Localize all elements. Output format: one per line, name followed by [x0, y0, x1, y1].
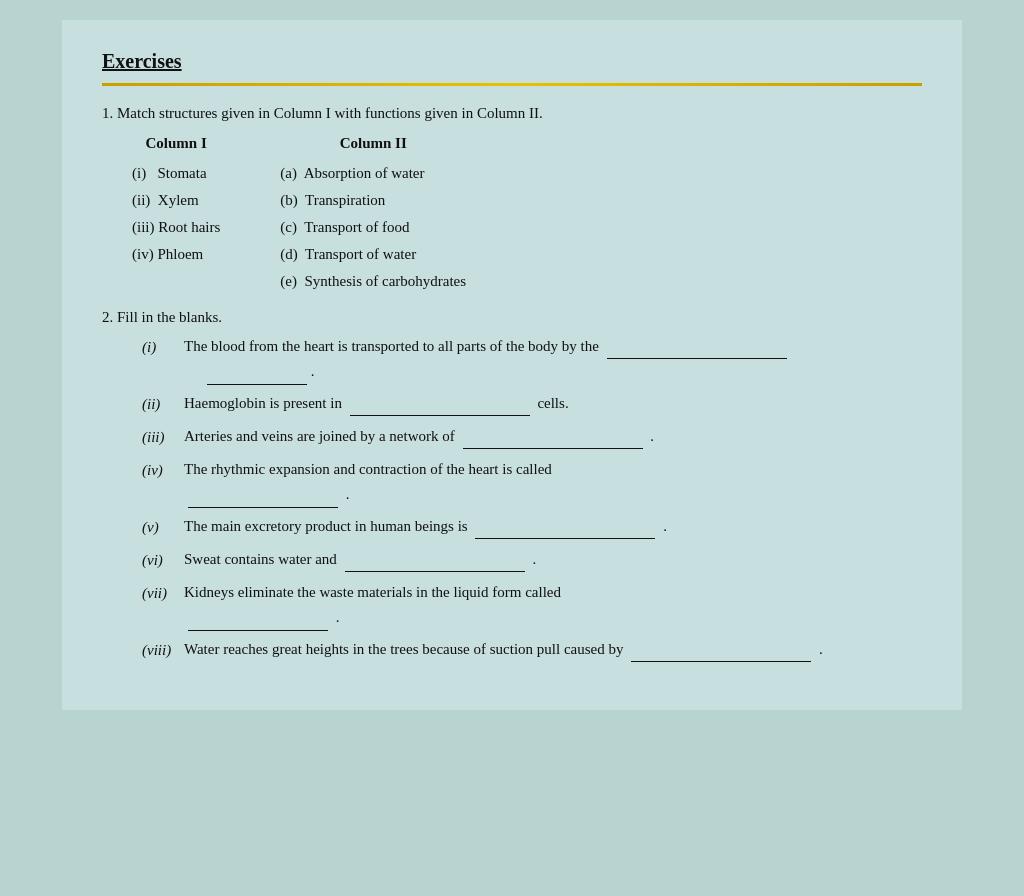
- fill-text-3: Arteries and veins are joined by a netwo…: [184, 424, 922, 450]
- column-1: Column I (i) Stomata (ii) Xylem (iii) Ro…: [132, 135, 220, 295]
- blank-6: [345, 570, 525, 572]
- blank-3: [463, 447, 643, 449]
- blank-8: [631, 660, 811, 662]
- roman-vi: (vi): [142, 547, 178, 574]
- fill-text-8: Water reaches great heights in the trees…: [184, 637, 922, 663]
- question-2-section: 2. Fill in the blanks. (i) The blood fro…: [102, 309, 922, 664]
- col1-item-4: (iv) Phloem: [132, 241, 220, 268]
- col1-item-1: (i) Stomata: [132, 160, 220, 187]
- fill-item-8: (viii) Water reaches great heights in th…: [142, 637, 922, 664]
- fill-item-2: (ii) Haemoglobin is present in cells.: [142, 391, 922, 418]
- fill-item-5: (v) The main excretory product in human …: [142, 514, 922, 541]
- col1-item-3: (iii) Root hairs: [132, 214, 220, 241]
- roman-v: (v): [142, 514, 178, 541]
- blank-1: [607, 357, 787, 359]
- columns-container: Column I (i) Stomata (ii) Xylem (iii) Ro…: [132, 135, 922, 295]
- roman-iv: (iv): [142, 457, 178, 484]
- blank-5: [475, 537, 655, 539]
- fill-text-6: Sweat contains water and .: [184, 547, 922, 573]
- blank-7: [188, 629, 328, 631]
- roman-vii: (vii): [142, 580, 178, 607]
- fill-item-4: (iv) The rhythmic expansion and contract…: [142, 457, 922, 508]
- fill-item-7: (vii) Kidneys eliminate the waste materi…: [142, 580, 922, 631]
- col2-header: Column II: [280, 135, 466, 152]
- q2-header: 2. Fill in the blanks.: [102, 309, 922, 326]
- roman-viii: (viii): [142, 637, 178, 664]
- col1-item-2: (ii) Xylem: [132, 187, 220, 214]
- q2-label: 2.: [102, 309, 117, 325]
- fill-items: (i) The blood from the heart is transpor…: [142, 334, 922, 664]
- blank-1b: [207, 383, 307, 385]
- fill-text-2: Haemoglobin is present in cells.: [184, 391, 922, 417]
- question-1: 1. Match structures given in Column I wi…: [102, 102, 922, 125]
- fill-item-1: (i) The blood from the heart is transpor…: [142, 334, 922, 385]
- col2-item-a: (a) Absorption of water: [280, 160, 466, 187]
- section-title: Exercises: [102, 50, 922, 73]
- gold-divider: [102, 83, 922, 86]
- page-container: Exercises 1. Match structures given in C…: [62, 20, 962, 710]
- column-2: Column II (a) Absorption of water (b) Tr…: [280, 135, 466, 295]
- q1-label: 1.: [102, 105, 113, 121]
- col2-item-d: (d) Transport of water: [280, 241, 466, 268]
- fill-item-3: (iii) Arteries and veins are joined by a…: [142, 424, 922, 451]
- roman-ii: (ii): [142, 391, 178, 418]
- blank-2: [350, 414, 530, 416]
- fill-text-4: The rhythmic expansion and contraction o…: [184, 457, 922, 508]
- roman-iii: (iii): [142, 424, 178, 451]
- col1-header: Column I: [132, 135, 220, 152]
- blank-4: [188, 506, 338, 508]
- q1-text: Match structures given in Column I with …: [117, 105, 543, 121]
- fill-item-6: (vi) Sweat contains water and .: [142, 547, 922, 574]
- roman-i: (i): [142, 334, 178, 361]
- fill-text-7: Kidneys eliminate the waste materials in…: [184, 580, 922, 631]
- col2-item-c: (c) Transport of food: [280, 214, 466, 241]
- col2-item-e: (e) Synthesis of carbohydrates: [280, 268, 466, 295]
- fill-text-5: The main excretory product in human bein…: [184, 514, 922, 540]
- fill-text-1: The blood from the heart is transported …: [184, 334, 922, 385]
- q2-text: Fill in the blanks.: [117, 309, 222, 325]
- col2-item-b: (b) Transpiration: [280, 187, 466, 214]
